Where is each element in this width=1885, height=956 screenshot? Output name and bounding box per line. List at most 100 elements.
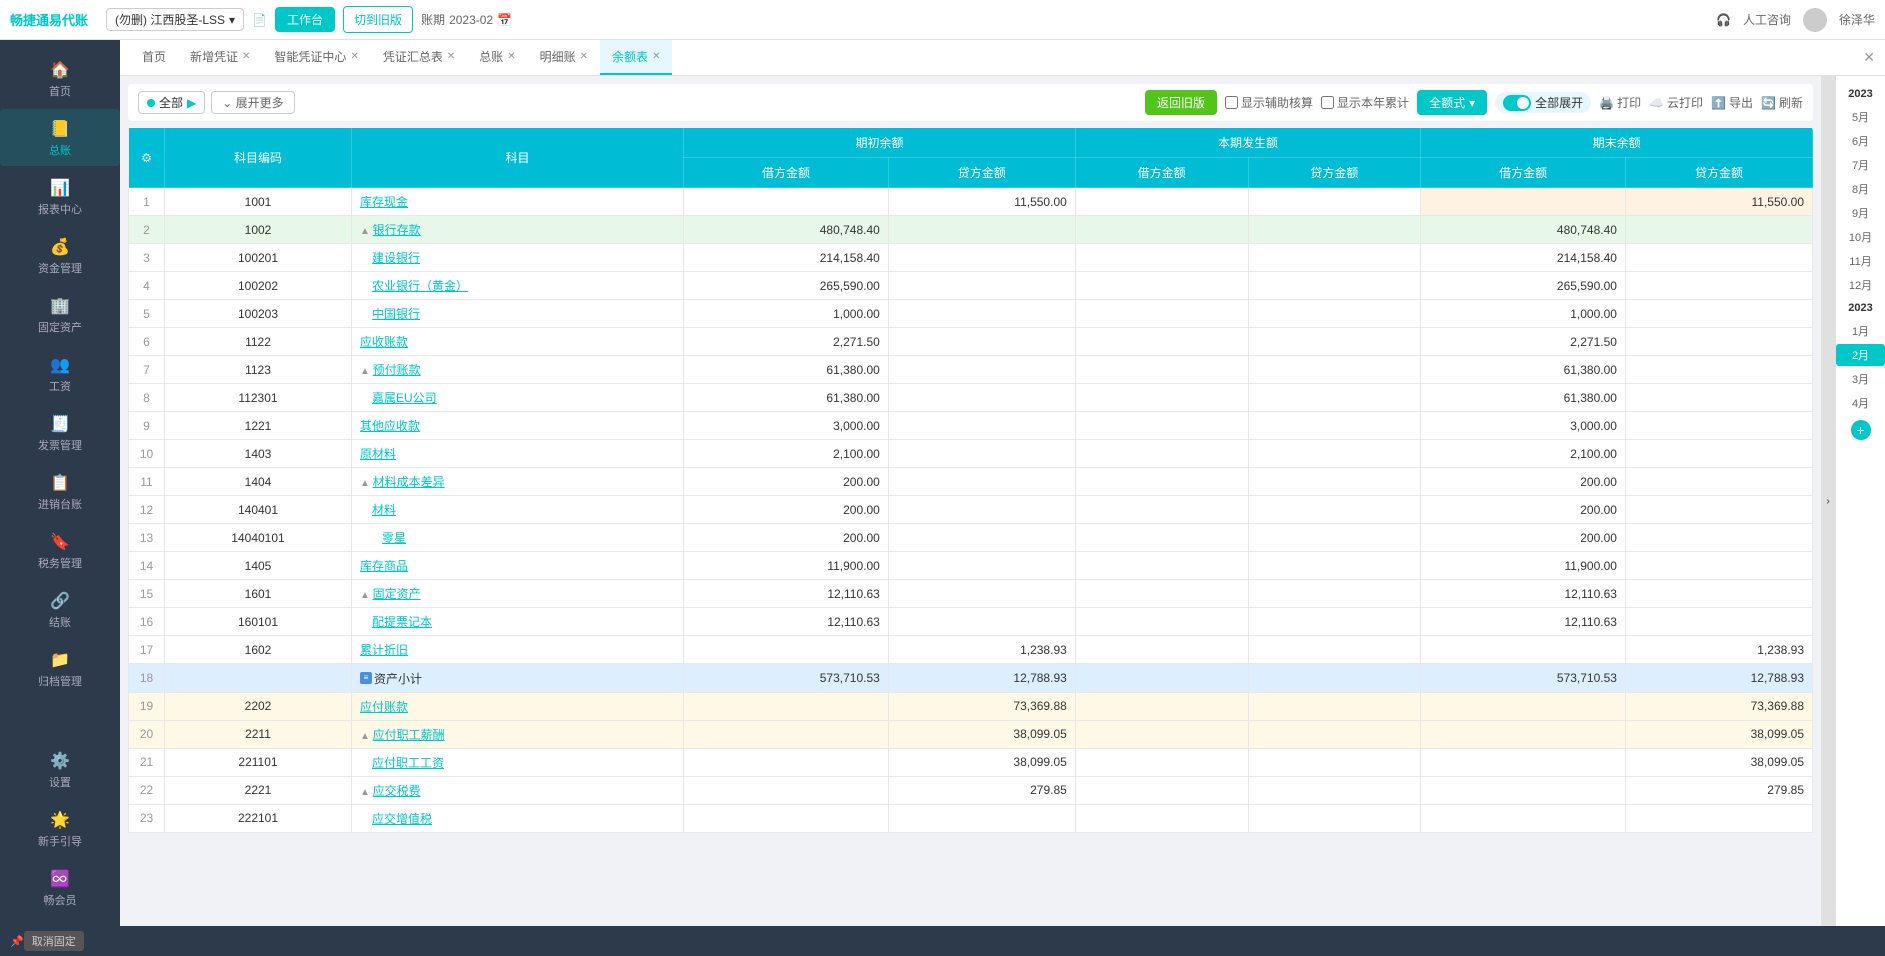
month-7[interactable]: 7月 [1836,154,1885,176]
account-name-link[interactable]: 库存商品 [360,559,408,573]
account-name-link[interactable]: 农业银行（黄金） [372,279,468,293]
account-name-link[interactable]: 库存现金 [360,195,408,209]
month-2-active[interactable]: 2月 [1836,344,1885,366]
toggle-switch[interactable] [1503,95,1531,111]
month-12[interactable]: 12月 [1836,274,1885,296]
expand-row-icon[interactable]: ▲ [360,787,373,798]
auxiliary-checkbox[interactable] [1225,96,1238,109]
account-name-link[interactable]: 配提票记本 [372,615,432,629]
month-1[interactable]: 1月 [1836,320,1885,342]
workbench-button[interactable]: 工作台 [275,7,335,32]
sidebar-item-guide[interactable]: 🌟 新手引导 [0,800,120,857]
calendar-icon[interactable]: 📅 [497,13,512,27]
cloud-print-btn[interactable]: ☁️ 云打印 [1649,94,1703,111]
tab-smart-voucher-close[interactable]: ✕ [350,51,358,62]
account-name-link[interactable]: 固定资产 [373,587,421,601]
sidebar-item-home[interactable]: 🏠 首页 [0,50,120,107]
month-8[interactable]: 8月 [1836,178,1885,200]
tab-voucher-summary-close[interactable]: ✕ [447,51,455,62]
account-name-link[interactable]: 建设银行 [372,251,420,265]
consult-label[interactable]: 人工咨询 [1743,11,1791,28]
closing-credit [1625,468,1812,496]
unpin-btn[interactable]: 取消固定 [24,931,84,951]
tab-detail-ledger[interactable]: 明细账 ✕ [528,40,600,75]
tab-detail-ledger-close[interactable]: ✕ [580,51,588,62]
company-selector[interactable]: (勿删) 江西股圣-LSS ▾ [106,8,244,31]
return-old-btn[interactable]: 返回旧版 [1145,90,1217,115]
sidebar-item-close[interactable]: 🔗 结账 [0,581,120,638]
account-name-link[interactable]: 其他应收款 [360,419,420,433]
close-all-tabs[interactable]: ✕ [1863,49,1875,66]
tab-voucher-summary[interactable]: 凭证汇总表 ✕ [371,40,467,75]
account-name-link[interactable]: 预付账款 [373,363,421,377]
month-4[interactable]: 4月 [1836,392,1885,414]
account-name-link[interactable]: 累计折旧 [360,643,408,657]
expand-row-icon[interactable]: ▲ [360,731,373,742]
sidebar-item-sales[interactable]: 📋 进销台账 [0,463,120,520]
sidebar-item-archive[interactable]: 📁 归档管理 [0,640,120,697]
consult-icon: 🎧 [1716,13,1731,27]
ytd-checkbox[interactable] [1321,96,1334,109]
tab-balance[interactable]: 余额表 ✕ [600,40,672,75]
account-name-link[interactable]: 应收账款 [360,335,408,349]
account-name-link[interactable]: 应交税费 [373,784,421,798]
account-name-link[interactable]: 材料成本差异 [373,475,445,489]
month-3[interactable]: 3月 [1836,368,1885,390]
opening-debit: 2,100.00 [684,440,889,468]
add-period-btn[interactable]: + [1851,420,1871,440]
tab-ledger[interactable]: 总账 ✕ [467,40,527,75]
account-name-link[interactable]: 应付职工工资 [372,756,444,770]
sidebar-item-member[interactable]: ♾️ 畅会员 [0,859,120,916]
sidebar-item-assets[interactable]: 🏢 固定资产 [0,286,120,343]
account-name-link[interactable]: 嘉属EU公司 [372,391,437,405]
sidebar-item-settings[interactable]: ⚙️ 设置 [0,741,120,798]
expand-all-label: 全部展开 [1535,94,1583,111]
account-name-link[interactable]: 应付职工薪酬 [373,728,445,742]
account-name-link[interactable]: 应交增值税 [372,812,432,826]
month-5[interactable]: 5月 [1836,106,1885,128]
month-10[interactable]: 10月 [1836,226,1885,248]
account-name-link[interactable]: 材料 [372,503,396,517]
tab-new-voucher[interactable]: 新增凭证 ✕ [178,40,262,75]
export-btn[interactable]: ⬆️ 导出 [1711,94,1753,111]
account-name-link[interactable]: 原材料 [360,447,396,461]
expand-more-btn[interactable]: ⌄ 展开更多 [211,91,294,114]
account-name-link[interactable]: 应付账款 [360,700,408,714]
all-filter[interactable]: 全部 ▶ [138,91,205,114]
show-ytd-check[interactable]: 显示本年累计 [1321,94,1409,111]
expand-row-icon[interactable]: ▲ [360,366,373,377]
print-btn[interactable]: 🖨️ 打印 [1599,94,1641,111]
row-name: ▲ 材料成本差异 [351,468,683,496]
expand-row-icon[interactable]: ▲ [360,478,373,489]
inner-content: 全部 ▶ ⌄ 展开更多 返回旧版 显示辅助核算 [120,76,1885,926]
month-9[interactable]: 9月 [1836,202,1885,224]
expand-row-icon[interactable]: ▲ [360,590,373,601]
refresh-btn[interactable]: 🔄 刷新 [1761,94,1803,111]
sidebar-item-payroll[interactable]: 👥 工资 [0,345,120,402]
sidebar-item-ledger[interactable]: 📒 总账 [0,109,120,166]
account-name-link[interactable]: 银行存款 [373,223,421,237]
full-format-btn[interactable]: 全额式 ▾ [1417,90,1487,115]
tab-ledger-close[interactable]: ✕ [507,51,515,62]
month-6[interactable]: 6月 [1836,130,1885,152]
sidebar-item-reports[interactable]: 📊 报表中心 [0,168,120,225]
tab-home[interactable]: 首页 [130,40,178,75]
tab-balance-close[interactable]: ✕ [652,51,660,62]
close-icon: 🔗 [50,591,70,611]
account-name-link[interactable]: 中国银行 [372,307,420,321]
month-11[interactable]: 11月 [1836,250,1885,272]
tab-new-voucher-close[interactable]: ✕ [242,51,250,62]
show-auxiliary-check[interactable]: 显示辅助核算 [1225,94,1313,111]
collapse-arrow[interactable]: › [1821,76,1835,926]
tab-smart-voucher[interactable]: 智能凭证中心 ✕ [262,40,370,75]
switch-button[interactable]: 切到旧版 [343,6,413,33]
expand-row-icon[interactable]: ▲ [360,226,373,237]
account-name-link[interactable]: 零星 [382,531,406,545]
sidebar-item-funds[interactable]: 💰 资金管理 [0,227,120,284]
row-name: ≡ 资产小计 [351,664,683,693]
sidebar-item-invoices[interactable]: 🧾 发票管理 [0,404,120,461]
opening-credit: 73,369.88 [888,692,1075,720]
sidebar-item-tax[interactable]: 🔖 税务管理 [0,522,120,579]
expand-all-toggle[interactable]: 全部展开 [1495,92,1591,113]
doc-icon[interactable]: 📄 [252,13,267,27]
